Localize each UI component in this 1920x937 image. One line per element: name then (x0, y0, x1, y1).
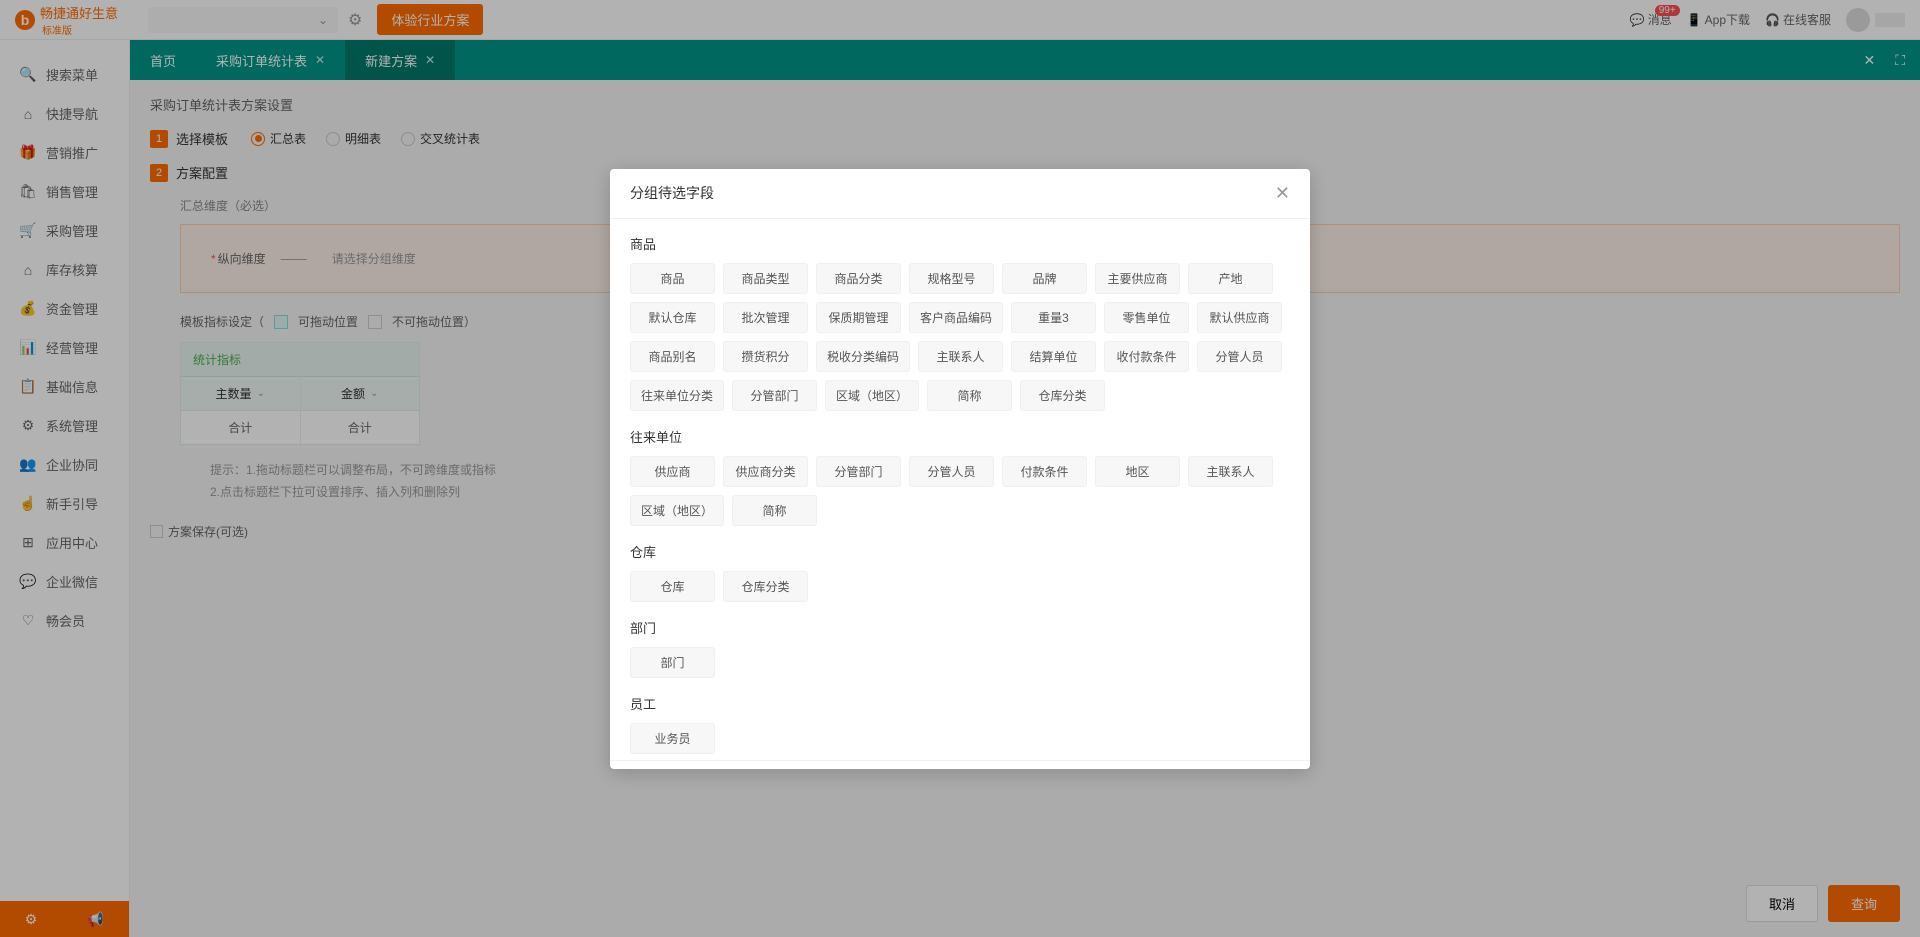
field-chip[interactable]: 税收分类编码 (816, 341, 910, 372)
field-chip[interactable]: 仓库分类 (723, 571, 808, 602)
field-chip[interactable]: 分管人员 (909, 456, 994, 487)
field-chip[interactable]: 业务员 (630, 723, 715, 754)
field-chip[interactable]: 付款条件 (1002, 456, 1087, 487)
field-group-2: 仓库仓库仓库分类 (630, 542, 1290, 602)
field-chip[interactable]: 分管部门 (732, 380, 817, 411)
field-chip[interactable]: 批次管理 (723, 302, 808, 333)
field-chip[interactable]: 零售单位 (1104, 302, 1189, 333)
field-group-title: 员工 (630, 694, 1290, 713)
field-chip[interactable]: 商品分类 (816, 263, 901, 294)
field-chip[interactable]: 简称 (927, 380, 1012, 411)
field-chip[interactable]: 供应商 (630, 456, 715, 487)
field-group-3: 部门部门 (630, 618, 1290, 678)
field-group-0: 商品商品商品类型商品分类规格型号品牌主要供应商产地默认仓库批次管理保质期管理客户… (630, 234, 1290, 411)
chip-row: 供应商供应商分类分管部门分管人员付款条件地区主联系人区域（地区） 简称 (630, 456, 1290, 526)
modal-hscroll[interactable] (610, 760, 1310, 768)
field-chip[interactable]: 商品类型 (723, 263, 808, 294)
field-group-4: 员工业务员 (630, 694, 1290, 754)
field-chip[interactable]: 往来单位分类 (630, 380, 724, 411)
field-chip[interactable]: 分管人员 (1197, 341, 1282, 372)
field-chip[interactable]: 仓库 (630, 571, 715, 602)
field-chip[interactable]: 主要供应商 (1095, 263, 1180, 294)
field-group-title: 商品 (630, 234, 1290, 253)
modal-overlay: 分组待选字段 ✕ 商品商品商品类型商品分类规格型号品牌主要供应商产地默认仓库批次… (0, 0, 1920, 937)
field-chip[interactable]: 部门 (630, 647, 715, 678)
field-chip[interactable]: 简称 (732, 495, 817, 526)
field-chip[interactable]: 收付款条件 (1104, 341, 1189, 372)
field-chip[interactable]: 攒货积分 (723, 341, 808, 372)
field-group-1: 往来单位供应商供应商分类分管部门分管人员付款条件地区主联系人区域（地区） 简称 (630, 427, 1290, 526)
field-chip[interactable]: 地区 (1095, 456, 1180, 487)
modal-header: 分组待选字段 ✕ (610, 169, 1310, 219)
field-chip[interactable]: 品牌 (1002, 263, 1087, 294)
field-chip[interactable]: 区域（地区） (825, 380, 919, 411)
field-chip[interactable]: 分管部门 (816, 456, 901, 487)
field-chip[interactable]: 默认仓库 (630, 302, 715, 333)
chip-row: 商品商品类型商品分类规格型号品牌主要供应商产地默认仓库批次管理保质期管理客户商品… (630, 263, 1290, 411)
field-chip[interactable]: 客户商品编码 (909, 302, 1003, 333)
field-group-title: 仓库 (630, 542, 1290, 561)
field-chip[interactable]: 主联系人 (918, 341, 1003, 372)
modal-body[interactable]: 商品商品商品类型商品分类规格型号品牌主要供应商产地默认仓库批次管理保质期管理客户… (610, 219, 1310, 761)
field-chip[interactable]: 主联系人 (1188, 456, 1273, 487)
chip-row: 仓库仓库分类 (630, 571, 1290, 602)
field-group-title: 部门 (630, 618, 1290, 637)
field-chip[interactable]: 商品别名 (630, 341, 715, 372)
modal-close-icon[interactable]: ✕ (1275, 183, 1290, 204)
chip-row: 业务员 (630, 723, 1290, 754)
field-chip[interactable]: 保质期管理 (816, 302, 901, 333)
field-chip[interactable]: 规格型号 (909, 263, 994, 294)
modal-title: 分组待选字段 (630, 183, 714, 203)
field-chip[interactable]: 供应商分类 (723, 456, 808, 487)
field-chip[interactable]: 仓库分类 (1020, 380, 1105, 411)
field-group-title: 往来单位 (630, 427, 1290, 446)
chip-row: 部门 (630, 647, 1290, 678)
field-chip[interactable]: 产地 (1188, 263, 1273, 294)
field-chip[interactable]: 重量3 (1011, 302, 1096, 333)
field-chip[interactable]: 区域（地区） (630, 495, 724, 526)
field-selector-modal: 分组待选字段 ✕ 商品商品商品类型商品分类规格型号品牌主要供应商产地默认仓库批次… (610, 169, 1310, 769)
field-chip[interactable]: 结算单位 (1011, 341, 1096, 372)
field-chip[interactable]: 商品 (630, 263, 715, 294)
field-chip[interactable]: 默认供应商 (1197, 302, 1282, 333)
